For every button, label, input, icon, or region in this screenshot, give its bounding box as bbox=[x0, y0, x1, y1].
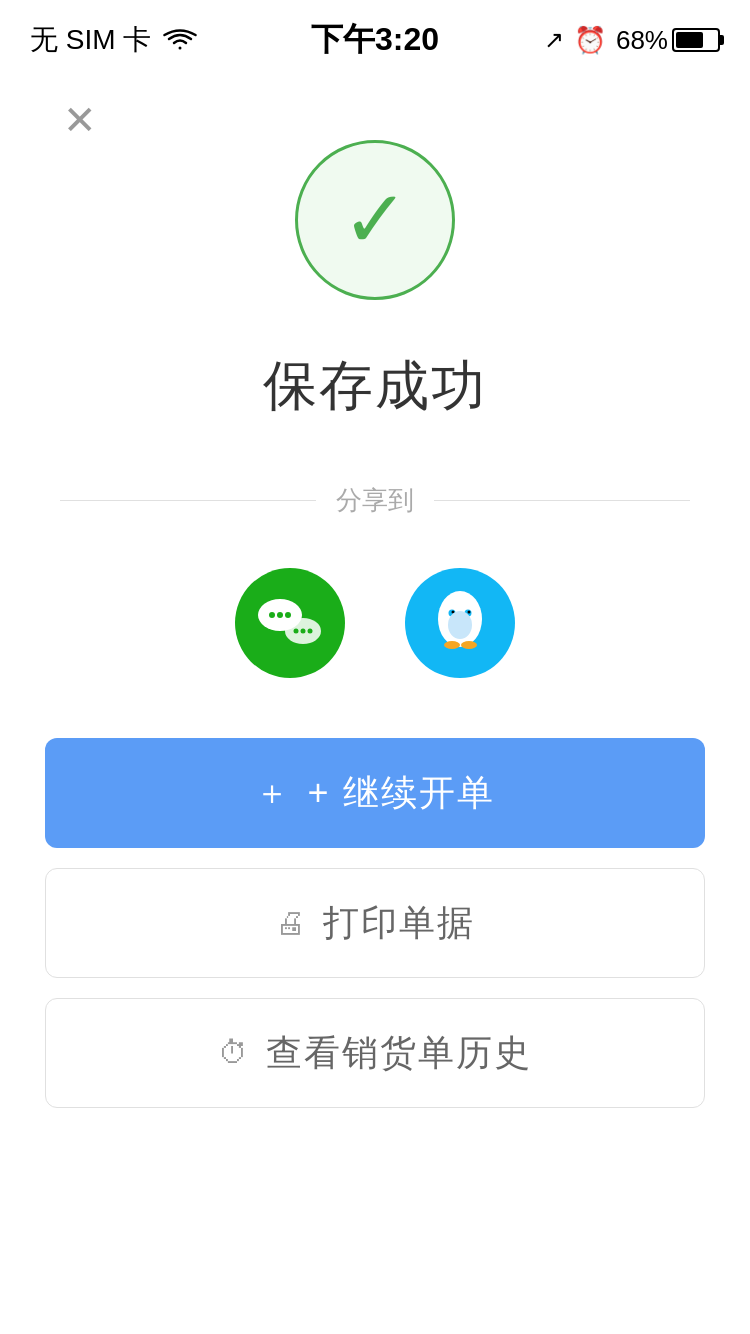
svg-point-5 bbox=[294, 629, 299, 634]
wechat-icon bbox=[255, 593, 325, 653]
location-icon: ↗ bbox=[544, 26, 564, 54]
success-title: 保存成功 bbox=[263, 350, 487, 423]
continue-order-button[interactable]: ＋ + 继续开单 bbox=[45, 738, 705, 848]
close-icon: ✕ bbox=[63, 100, 97, 140]
battery-bar bbox=[672, 28, 720, 52]
svg-point-6 bbox=[301, 629, 306, 634]
svg-point-2 bbox=[277, 612, 283, 618]
share-icons bbox=[235, 568, 515, 678]
battery-fill bbox=[676, 32, 703, 48]
close-button[interactable]: ✕ bbox=[50, 90, 110, 150]
print-icon: 🖨 bbox=[275, 906, 307, 940]
print-label: 打印单据 bbox=[323, 899, 475, 948]
success-circle: ✓ bbox=[295, 140, 455, 300]
status-right: ↗ ⏰ 68% bbox=[544, 25, 720, 56]
svg-point-1 bbox=[269, 612, 275, 618]
plus-icon: ＋ bbox=[255, 770, 291, 816]
checkmark-icon: ✓ bbox=[342, 180, 409, 260]
qq-icon bbox=[428, 587, 493, 659]
print-button[interactable]: 🖨 打印单据 bbox=[45, 868, 705, 978]
status-bar: 无 SIM 卡 下午3:20 ↗ ⏰ 68% bbox=[0, 0, 750, 80]
share-divider: 分享到 bbox=[0, 483, 750, 518]
history-button[interactable]: ⏱ 查看销货单历史 bbox=[45, 998, 705, 1108]
svg-point-7 bbox=[308, 629, 313, 634]
divider-line-left bbox=[60, 500, 316, 501]
svg-point-3 bbox=[285, 612, 291, 618]
share-label: 分享到 bbox=[316, 483, 434, 518]
share-section: 分享到 bbox=[0, 483, 750, 678]
action-buttons: ＋ + 继续开单 🖨 打印单据 ⏱ 查看销货单历史 bbox=[0, 738, 750, 1108]
svg-point-16 bbox=[448, 611, 472, 639]
history-label: 查看销货单历史 bbox=[266, 1029, 532, 1078]
qq-share-button[interactable] bbox=[405, 568, 515, 678]
svg-point-14 bbox=[444, 641, 460, 649]
wifi-icon bbox=[163, 28, 197, 52]
continue-order-label: + 继续开单 bbox=[307, 769, 494, 818]
divider-line-right bbox=[434, 500, 690, 501]
battery-percent: 68% bbox=[616, 25, 668, 56]
status-left: 无 SIM 卡 bbox=[30, 21, 197, 59]
clock-icon: ⏱ bbox=[218, 1036, 250, 1070]
wechat-share-button[interactable] bbox=[235, 568, 345, 678]
battery-indicator: 68% bbox=[616, 25, 720, 56]
svg-point-12 bbox=[467, 611, 470, 614]
alarm-icon: ⏰ bbox=[574, 25, 606, 56]
status-time: 下午3:20 bbox=[311, 18, 439, 62]
svg-point-15 bbox=[461, 641, 477, 649]
main-content: ✓ 保存成功 分享到 bbox=[0, 80, 750, 1108]
no-sim-label: 无 SIM 卡 bbox=[30, 21, 151, 59]
